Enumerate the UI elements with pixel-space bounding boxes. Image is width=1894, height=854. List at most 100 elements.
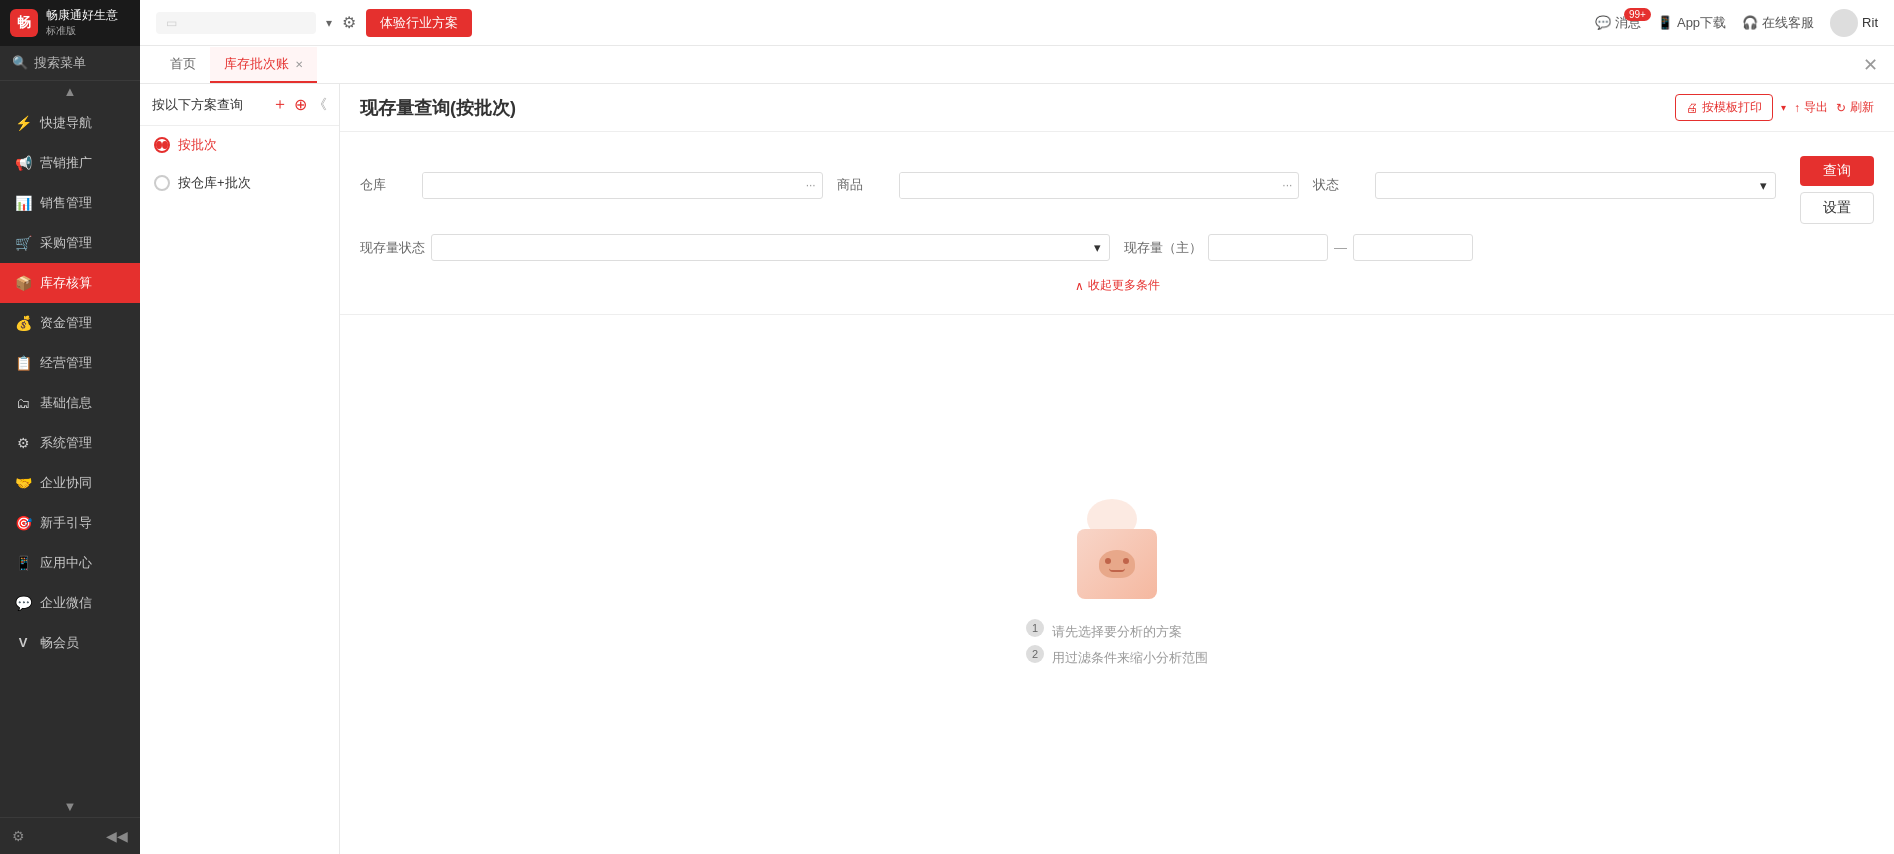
- goods-more-btn[interactable]: ···: [1276, 174, 1298, 196]
- settings-btn[interactable]: 设置: [1800, 192, 1874, 224]
- sidebar-item-newbie[interactable]: 🎯 新手引导: [0, 503, 140, 543]
- sidebar-item-inventory[interactable]: 📦 库存核算: [0, 263, 140, 303]
- sidebar-item-operations[interactable]: 📋 经营管理: [0, 343, 140, 383]
- export-btn[interactable]: ↑ 导出: [1794, 99, 1828, 116]
- filter-panel-title: 按以下方案查询: [152, 96, 243, 114]
- goods-input[interactable]: [900, 173, 1277, 198]
- status-label: 状态: [1313, 176, 1369, 194]
- filter-settings-btn[interactable]: ⊕: [294, 94, 307, 115]
- wechat-icon: 💬: [14, 594, 32, 612]
- trial-industry-btn[interactable]: 体验行业方案: [366, 9, 472, 37]
- scroll-up-btn[interactable]: ▲: [0, 81, 140, 103]
- filter-collapse-btn[interactable]: 《: [313, 94, 327, 115]
- empty-tips: 1 请先选择要分析的方案 2 用过滤条件来缩小分析范围: [1026, 619, 1208, 671]
- app-logo: 畅: [10, 9, 38, 37]
- search-icon: 🔍: [12, 55, 28, 70]
- print-btn[interactable]: 🖨 按模板打印: [1675, 94, 1773, 121]
- sidebar-nav: ⚡ 快捷导航 📢 营销推广 📊 销售管理 🛒 采购管理 📦 库存核算 💰 资金管…: [0, 103, 140, 795]
- warehouse-input[interactable]: [423, 173, 800, 198]
- sidebar-item-quick-nav[interactable]: ⚡ 快捷导航: [0, 103, 140, 143]
- filter-form: 仓库 ··· 商品 ··· 状态: [340, 132, 1894, 315]
- avatar: [1830, 9, 1858, 37]
- stock-qty-max[interactable]: [1353, 234, 1473, 261]
- tab-close-icon[interactable]: ✕: [295, 59, 303, 70]
- app-subtitle: 标准版: [46, 24, 118, 38]
- collapse-sidebar-btn[interactable]: ◀◀: [106, 828, 128, 844]
- warehouse-field: 仓库 ···: [360, 172, 823, 199]
- sidebar-item-member[interactable]: V 畅会员: [0, 623, 140, 663]
- filter-row-1: 仓库 ··· 商品 ··· 状态: [360, 146, 1874, 224]
- filter-row-2: 现存量状态 ▾ 现存量（主） —: [360, 234, 1874, 261]
- member-icon: V: [14, 634, 32, 652]
- topbar: ▭ ▾ ⚙ 体验行业方案 💬 消息 99+ 📱 App下载 🎧 在线客服 Rit: [140, 0, 1894, 46]
- filter-radio-by-batch: [154, 137, 170, 153]
- settings-btn[interactable]: ⚙: [12, 828, 25, 844]
- warehouse-more-btn[interactable]: ···: [800, 174, 822, 196]
- app-title: 畅康通好生意: [46, 8, 118, 24]
- sales-icon: 📊: [14, 194, 32, 212]
- sidebar-item-basic[interactable]: 🗂 基础信息: [0, 383, 140, 423]
- range-separator: —: [1334, 240, 1347, 255]
- stock-qty-range: —: [1208, 234, 1874, 261]
- topbar-search-box[interactable]: ▭: [156, 12, 316, 34]
- app-download-btn[interactable]: 📱 App下载: [1657, 14, 1726, 32]
- sidebar-search[interactable]: 🔍 搜索菜单: [0, 46, 140, 81]
- print-dropdown-btn[interactable]: ▾: [1781, 102, 1786, 113]
- headset-icon: 🎧: [1742, 15, 1758, 30]
- empty-state: 1 请先选择要分析的方案 2 用过滤条件来缩小分析范围: [340, 315, 1894, 854]
- app-center-icon: 📱: [14, 554, 32, 572]
- sidebar: 畅 畅康通好生意 标准版 🔍 搜索菜单 ▲ ⚡ 快捷导航 📢 营销推广 📊 销售…: [0, 0, 140, 854]
- query-btn[interactable]: 查询: [1800, 156, 1874, 186]
- system-icon: ⚙: [14, 434, 32, 452]
- scroll-down-btn[interactable]: ▼: [0, 795, 140, 817]
- purchase-icon: 🛒: [14, 234, 32, 252]
- main-content: 现存量查询(按批次) 🖨 按模板打印 ▾ ↑ 导出 ↻ 刷新: [340, 84, 1894, 854]
- tab-home[interactable]: 首页: [156, 47, 210, 83]
- refresh-icon: ↻: [1836, 101, 1846, 115]
- sidebar-bottom: ⚙ ◀◀: [0, 817, 140, 854]
- action-buttons: 查询 设置: [1790, 146, 1874, 224]
- filter-list: 按批次 按仓库+批次: [140, 126, 339, 854]
- tab-inventory-batch[interactable]: 库存批次账 ✕: [210, 47, 317, 83]
- enterprise-icon: 🤝: [14, 474, 32, 492]
- stock-status-select[interactable]: ▾: [431, 234, 1110, 261]
- sidebar-item-enterprise[interactable]: 🤝 企业协同: [0, 463, 140, 503]
- sidebar-item-app-center[interactable]: 📱 应用中心: [0, 543, 140, 583]
- filter-add-btn[interactable]: ＋: [272, 94, 288, 115]
- warehouse-input-wrapper: ···: [422, 172, 823, 199]
- stock-status-label: 现存量状态: [360, 239, 425, 257]
- filter-header: 按以下方案查询 ＋ ⊕ 《: [140, 84, 339, 126]
- sidebar-item-purchase[interactable]: 🛒 采购管理: [0, 223, 140, 263]
- stock-status-field: 现存量状态 ▾: [360, 234, 1110, 261]
- filter-radio-by-warehouse-batch: [154, 175, 170, 191]
- topbar-dropdown-btn[interactable]: ▾: [326, 16, 332, 30]
- message-badge: 99+: [1624, 8, 1651, 21]
- content-area: 按以下方案查询 ＋ ⊕ 《 按批次 按仓库+批次: [140, 84, 1894, 854]
- tip-item-1: 1 请先选择要分析的方案: [1026, 619, 1208, 645]
- goods-label: 商品: [837, 176, 893, 194]
- tip-item-2: 2 用过滤条件来缩小分析范围: [1026, 645, 1208, 671]
- stock-qty-label: 现存量（主）: [1124, 239, 1202, 257]
- panel-close-btn[interactable]: ✕: [1863, 54, 1878, 76]
- stock-qty-field: 现存量（主） —: [1124, 234, 1874, 261]
- username: Rit: [1862, 15, 1878, 30]
- status-field: 状态 ▾: [1313, 172, 1776, 199]
- message-icon: 💬: [1595, 15, 1611, 30]
- filter-collapse-btn[interactable]: ∧ 收起更多条件: [360, 271, 1874, 300]
- stock-qty-min[interactable]: [1208, 234, 1328, 261]
- refresh-btn[interactable]: ↻ 刷新: [1836, 99, 1874, 116]
- user-menu[interactable]: Rit: [1830, 9, 1878, 37]
- goods-field: 商品 ···: [837, 172, 1300, 199]
- sidebar-item-system[interactable]: ⚙ 系统管理: [0, 423, 140, 463]
- sidebar-item-wechat[interactable]: 💬 企业微信: [0, 583, 140, 623]
- online-service-btn[interactable]: 🎧 在线客服: [1742, 14, 1814, 32]
- sidebar-item-finance[interactable]: 💰 资金管理: [0, 303, 140, 343]
- topbar-gear-btn[interactable]: ⚙: [342, 13, 356, 32]
- marketing-icon: 📢: [14, 154, 32, 172]
- filter-option-by-batch[interactable]: 按批次: [140, 126, 339, 164]
- filter-option-by-warehouse-batch[interactable]: 按仓库+批次: [140, 164, 339, 202]
- message-btn[interactable]: 💬 消息 99+: [1595, 14, 1641, 32]
- status-select[interactable]: ▾: [1375, 172, 1776, 199]
- sidebar-item-sales[interactable]: 📊 销售管理: [0, 183, 140, 223]
- sidebar-item-marketing[interactable]: 📢 营销推广: [0, 143, 140, 183]
